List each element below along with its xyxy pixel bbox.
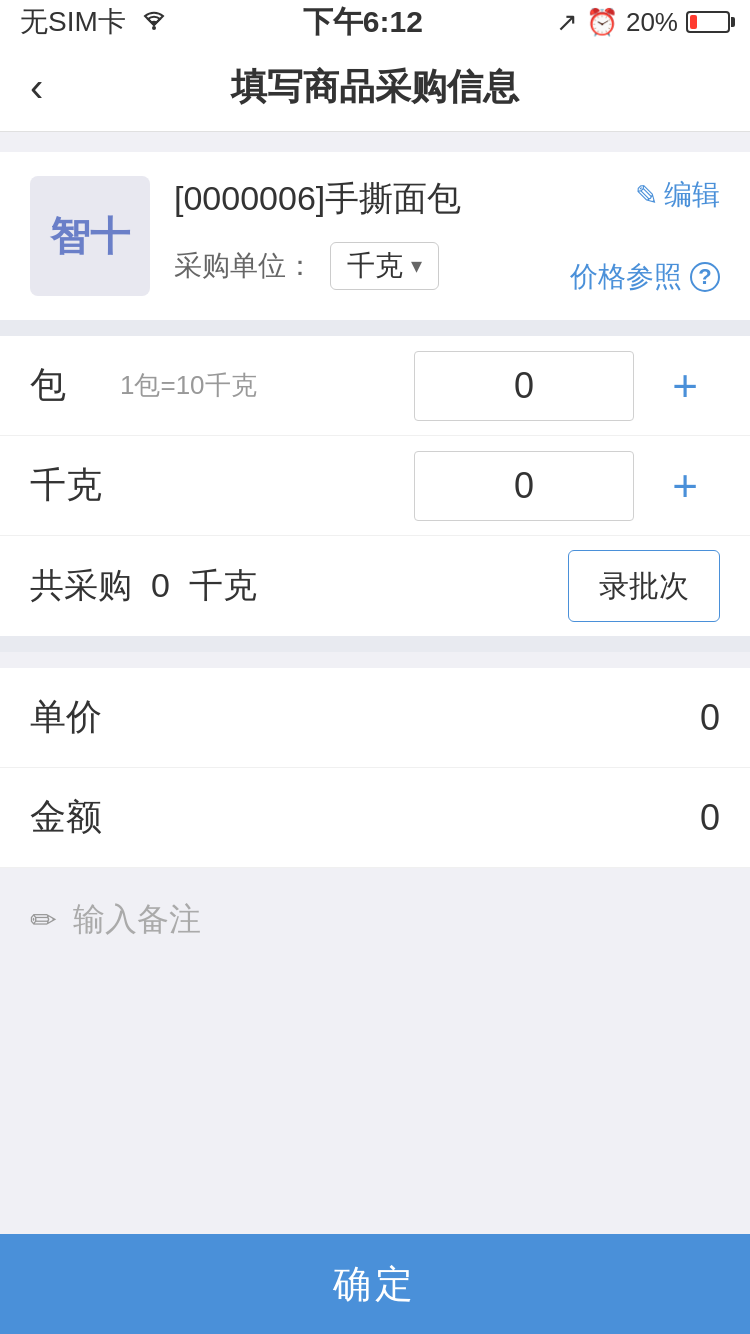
bag-label: 包 (30, 361, 110, 410)
price-ref-button[interactable]: 价格参照 ? (570, 258, 720, 296)
unit-select[interactable]: 千克 ▾ (330, 242, 439, 290)
quantity-section: 包 1包=10千克 + 千克 + (0, 336, 750, 536)
location-icon: ↗ (556, 7, 578, 38)
confirm-button[interactable]: 确定 (0, 1234, 750, 1334)
product-card: 智十 [0000006]手撕面包 采购单位： 千克 ▾ ✎ 编辑 价格参照 ? (0, 152, 750, 320)
product-logo: 智十 (50, 209, 130, 264)
bag-quantity-row: 包 1包=10千克 + (0, 336, 750, 436)
amount-value: 0 (700, 797, 720, 839)
edit-icon: ✎ (635, 179, 658, 212)
svg-point-0 (152, 26, 156, 30)
total-row: 共采购 0 千克 录批次 (0, 536, 750, 636)
total-prefix: 共采购 (30, 566, 132, 604)
bag-quantity-input[interactable] (414, 351, 634, 421)
chevron-down-icon: ▾ (411, 253, 422, 279)
price-ref-label: 价格参照 (570, 258, 682, 296)
page-title: 填写商品采购信息 (231, 63, 519, 112)
kg-quantity-row: 千克 + (0, 436, 750, 536)
alarm-icon: ⏰ (586, 7, 618, 38)
info-icon: ? (690, 262, 720, 292)
bag-plus-button[interactable]: + (650, 351, 720, 421)
product-name: [0000006]手撕面包 (174, 176, 546, 222)
kg-input-wrap: + (110, 451, 720, 521)
bag-input-wrap: + (257, 351, 720, 421)
product-unit-row: 采购单位： 千克 ▾ (174, 242, 546, 290)
unit-price-label: 单价 (30, 693, 102, 742)
battery-percent: 20% (626, 7, 678, 38)
section-divider-1 (0, 320, 750, 336)
top-divider (0, 132, 750, 152)
total-text: 共采购 0 千克 (30, 563, 257, 609)
amount-row: 金额 0 (0, 768, 750, 868)
total-unit: 千克 (189, 566, 257, 604)
confirm-label: 确定 (333, 1259, 417, 1310)
battery-icon (686, 11, 730, 33)
remark-placeholder: 输入备注 (73, 898, 201, 942)
nav-bar: ‹ 填写商品采购信息 (0, 44, 750, 132)
total-amount: 0 (151, 566, 170, 604)
back-button[interactable]: ‹ (30, 55, 63, 120)
section-divider-2 (0, 636, 750, 652)
kg-quantity-input[interactable] (414, 451, 634, 521)
edit-button[interactable]: ✎ 编辑 (635, 176, 720, 214)
pencil-icon: ✏ (30, 901, 57, 939)
status-left: 无SIM卡 (20, 3, 170, 41)
edit-label: 编辑 (664, 176, 720, 214)
batch-button[interactable]: 录批次 (568, 550, 720, 622)
unit-label: 采购单位： (174, 247, 314, 285)
unit-price-value: 0 (700, 697, 720, 739)
amount-label: 金额 (30, 793, 102, 842)
kg-plus-button[interactable]: + (650, 451, 720, 521)
kg-label: 千克 (30, 461, 110, 510)
bag-sublabel: 1包=10千克 (120, 368, 257, 403)
price-section: 单价 0 金额 0 (0, 668, 750, 868)
status-bar: 无SIM卡 下午6:12 ↗ ⏰ 20% (0, 0, 750, 44)
product-image: 智十 (30, 176, 150, 296)
unit-value: 千克 (347, 247, 403, 285)
remark-section[interactable]: ✏ 输入备注 (0, 868, 750, 972)
status-right: ↗ ⏰ 20% (556, 7, 730, 38)
carrier-label: 无SIM卡 (20, 3, 126, 41)
product-right: ✎ 编辑 价格参照 ? (570, 176, 720, 296)
status-time: 下午6:12 (303, 2, 423, 43)
product-info: [0000006]手撕面包 采购单位： 千克 ▾ (174, 176, 546, 290)
unit-price-row: 单价 0 (0, 668, 750, 768)
wifi-icon (138, 6, 170, 38)
